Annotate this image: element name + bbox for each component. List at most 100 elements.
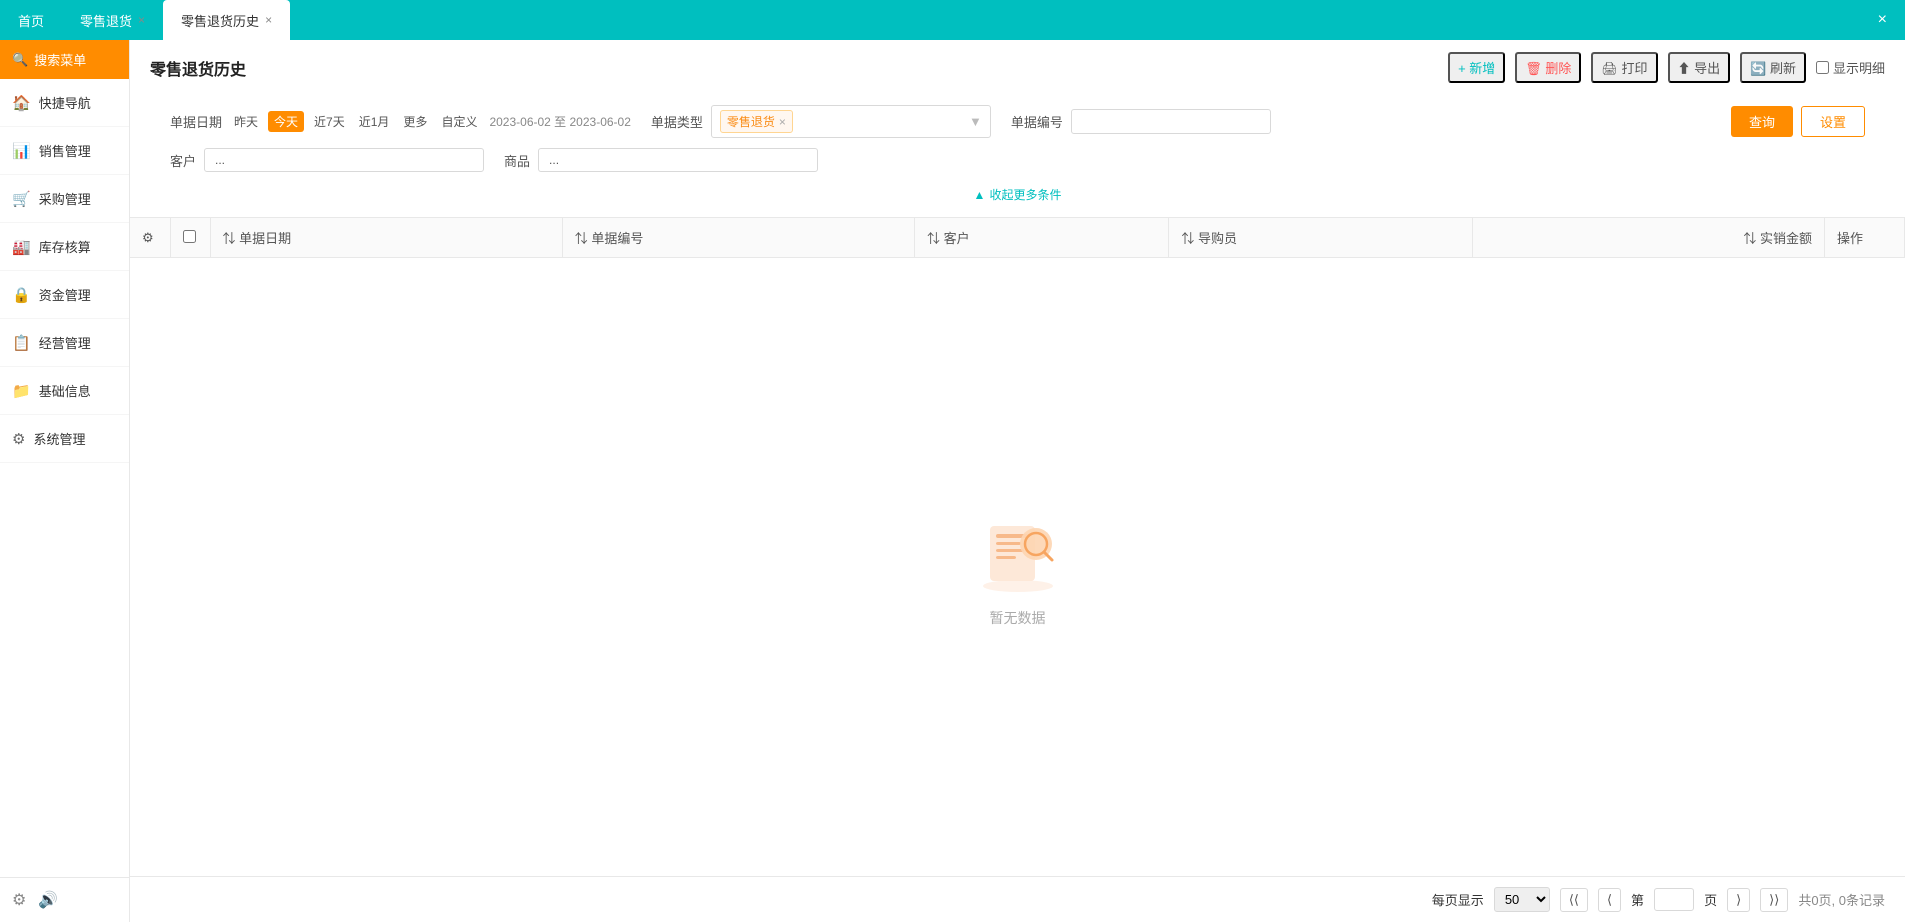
search-icon: 🔍 — [12, 52, 28, 68]
sidebar-item-finance[interactable]: 🔒 资金管理 — [0, 271, 129, 319]
voucher-filter: 单据编号 — [1011, 109, 1271, 134]
sidebar-item-purchase[interactable]: 🛒 采购管理 — [0, 175, 129, 223]
tab-retail-return[interactable]: 零售退货 × — [62, 0, 163, 40]
date-more[interactable]: 更多 — [399, 111, 431, 132]
table-wrapper: ⚙ ⇅ 单据日期 ⇅ 单据编号 ⇅ 客户 ⇅ 导购员 ⇅ 实销金额 操作 — [130, 218, 1905, 876]
voucher-input[interactable] — [1071, 109, 1271, 134]
empty-illustration — [968, 506, 1068, 596]
inventory-icon: 🏭 — [12, 238, 31, 256]
sidebar-item-sales[interactable]: 📊 销售管理 — [0, 127, 129, 175]
filter-row-2: 客户 ... 商品 ... — [170, 148, 1865, 172]
collapse-button[interactable]: ▲ 收起更多条件 — [974, 186, 1062, 203]
query-button[interactable]: 查询 — [1731, 106, 1793, 137]
customer-select-button[interactable]: ... — [204, 148, 484, 172]
data-table: ⚙ ⇅ 单据日期 ⇅ 单据编号 ⇅ 客户 ⇅ 导购员 ⇅ 实销金额 操作 — [130, 218, 1905, 258]
date-custom[interactable]: 自定义 — [437, 111, 481, 132]
sidebar-item-operations[interactable]: 📋 经营管理 — [0, 319, 129, 367]
type-select-arrow: ▼ — [969, 114, 982, 129]
tab-retail-return-history-close[interactable]: × — [265, 13, 272, 27]
content-area: 零售退货历史 + 新增 🗑 删除 🖨 打印 ⬆ 导出 🔄 刷新 显示明细 — [130, 40, 1905, 922]
export-button[interactable]: ⬆ 导出 — [1668, 52, 1731, 83]
basic-info-icon: 📁 — [12, 382, 31, 400]
type-select[interactable]: 零售退货 × ▼ — [711, 105, 991, 138]
type-filter: 单据类型 零售退货 × ▼ — [651, 105, 991, 138]
page-title: 零售退货历史 — [150, 56, 246, 80]
voucher-label: 单据编号 — [1011, 112, 1063, 131]
empty-text: 暂无数据 — [990, 608, 1046, 628]
per-page-select[interactable]: 50 10 20 100 — [1494, 887, 1550, 912]
customer-label: 客户 — [170, 151, 196, 170]
sales-icon: 📊 — [12, 142, 31, 160]
date-yesterday[interactable]: 昨天 — [230, 111, 262, 132]
per-page-label: 每页显示 — [1432, 890, 1484, 909]
filter-section: 单据日期 昨天 今天 近7天 近1月 更多 自定义 2023-06-02 至 2… — [150, 95, 1885, 217]
sidebar-search[interactable]: 🔍 搜索菜单 — [0, 40, 129, 79]
sidebar-item-system[interactable]: ⚙ 系统管理 — [0, 415, 129, 463]
date-shortcuts: 昨天 今天 近7天 近1月 更多 自定义 — [230, 111, 481, 132]
goods-label: 商品 — [504, 151, 530, 170]
purchase-icon: 🛒 — [12, 190, 31, 208]
customer-filter: 客户 ... — [170, 148, 484, 172]
sidebar-item-quick-nav[interactable]: 🏠 快捷导航 — [0, 79, 129, 127]
sidebar-item-basic-info[interactable]: 📁 基础信息 — [0, 367, 129, 415]
display-detail-checkbox[interactable] — [1816, 61, 1829, 74]
volume-icon[interactable]: 🔊 — [38, 890, 58, 910]
page-unit: 页 — [1704, 890, 1717, 909]
tab-retail-return-history[interactable]: 零售退货历史 × — [163, 0, 290, 40]
table-head: ⚙ ⇅ 单据日期 ⇅ 单据编号 ⇅ 客户 ⇅ 导购员 ⇅ 实销金额 操作 — [130, 218, 1905, 258]
page-label: 第 — [1631, 890, 1644, 909]
tab-retail-return-close[interactable]: × — [138, 13, 145, 27]
goods-filter: 商品 ... — [504, 148, 818, 172]
finance-icon: 🔒 — [12, 286, 31, 304]
th-customer[interactable]: ⇅ 客户 — [914, 218, 1168, 258]
display-detail-toggle[interactable]: 显示明细 — [1816, 58, 1885, 77]
page-input[interactable]: 1 — [1654, 888, 1694, 911]
refresh-button[interactable]: 🔄 刷新 — [1740, 52, 1806, 83]
type-tag-remove[interactable]: × — [779, 115, 786, 129]
tab-list: 首页 零售退货 × 零售退货历史 × — [0, 0, 1860, 40]
th-voucher[interactable]: ⇅ 单据编号 — [562, 218, 914, 258]
tab-home[interactable]: 首页 — [0, 0, 62, 40]
main-layout: 🔍 搜索菜单 🏠 快捷导航 📊 销售管理 🛒 采购管理 🏭 库存核算 🔒 资金管… — [0, 40, 1905, 922]
home-icon: 🏠 — [12, 94, 31, 112]
pagination-bar: 每页显示 50 10 20 100 ⟨⟨ ⟨ 第 1 页 ⟩ ⟩⟩ 共0页, 0… — [130, 876, 1905, 922]
total-records: 共0页, 0条记录 — [1798, 890, 1885, 909]
print-button[interactable]: 🖨 打印 — [1591, 52, 1657, 83]
prev-page-button[interactable]: ⟨ — [1598, 888, 1621, 912]
first-page-button[interactable]: ⟨⟨ — [1560, 888, 1588, 912]
toolbar: + 新增 🗑 删除 🖨 打印 ⬆ 导出 🔄 刷新 显示明细 — [1448, 52, 1885, 83]
th-date[interactable]: ⇅ 单据日期 — [210, 218, 562, 258]
type-tag: 零售退货 × — [720, 110, 793, 133]
window-close-button[interactable]: × — [1860, 11, 1905, 29]
settings-button[interactable]: 设置 — [1801, 106, 1865, 137]
sidebar-bottom: ⚙ 🔊 — [0, 877, 129, 922]
date-1month[interactable]: 近1月 — [355, 111, 394, 132]
sidebar-search-label: 搜索菜单 — [34, 50, 86, 69]
next-page-button[interactable]: ⟩ — [1727, 888, 1750, 912]
add-button[interactable]: + 新增 — [1448, 52, 1505, 83]
settings-bottom-icon[interactable]: ⚙ — [12, 890, 26, 910]
sidebar: 🔍 搜索菜单 🏠 快捷导航 📊 销售管理 🛒 采购管理 🏭 库存核算 🔒 资金管… — [0, 40, 130, 922]
page-header: 零售退货历史 + 新增 🗑 删除 🖨 打印 ⬆ 导出 🔄 刷新 显示明细 — [130, 40, 1905, 218]
delete-button[interactable]: 🗑 删除 — [1515, 52, 1581, 83]
empty-state: 暂无数据 — [130, 258, 1905, 876]
operations-icon: 📋 — [12, 334, 31, 352]
date-7days[interactable]: 近7天 — [310, 111, 349, 132]
filter-row-1: 单据日期 昨天 今天 近7天 近1月 更多 自定义 2023-06-02 至 2… — [170, 105, 1865, 138]
th-guide[interactable]: ⇅ 导购员 — [1169, 218, 1472, 258]
type-label: 单据类型 — [651, 112, 703, 131]
date-today[interactable]: 今天 — [268, 111, 304, 132]
date-label: 单据日期 — [170, 112, 222, 131]
page-title-row: 零售退货历史 + 新增 🗑 删除 🖨 打印 ⬆ 导出 🔄 刷新 显示明细 — [150, 52, 1885, 83]
date-filter: 单据日期 昨天 今天 近7天 近1月 更多 自定义 2023-06-02 至 2… — [170, 111, 631, 132]
date-range-display: 2023-06-02 至 2023-06-02 — [489, 113, 630, 130]
sidebar-item-inventory[interactable]: 🏭 库存核算 — [0, 223, 129, 271]
th-check[interactable] — [170, 218, 210, 258]
last-page-button[interactable]: ⟩⟩ — [1760, 888, 1788, 912]
goods-select-button[interactable]: ... — [538, 148, 818, 172]
select-all-checkbox[interactable] — [183, 230, 196, 243]
system-icon: ⚙ — [12, 430, 25, 448]
th-settings[interactable]: ⚙ — [130, 218, 170, 258]
th-action: 操作 — [1825, 218, 1905, 258]
th-amount[interactable]: ⇅ 实销金额 — [1472, 218, 1824, 258]
